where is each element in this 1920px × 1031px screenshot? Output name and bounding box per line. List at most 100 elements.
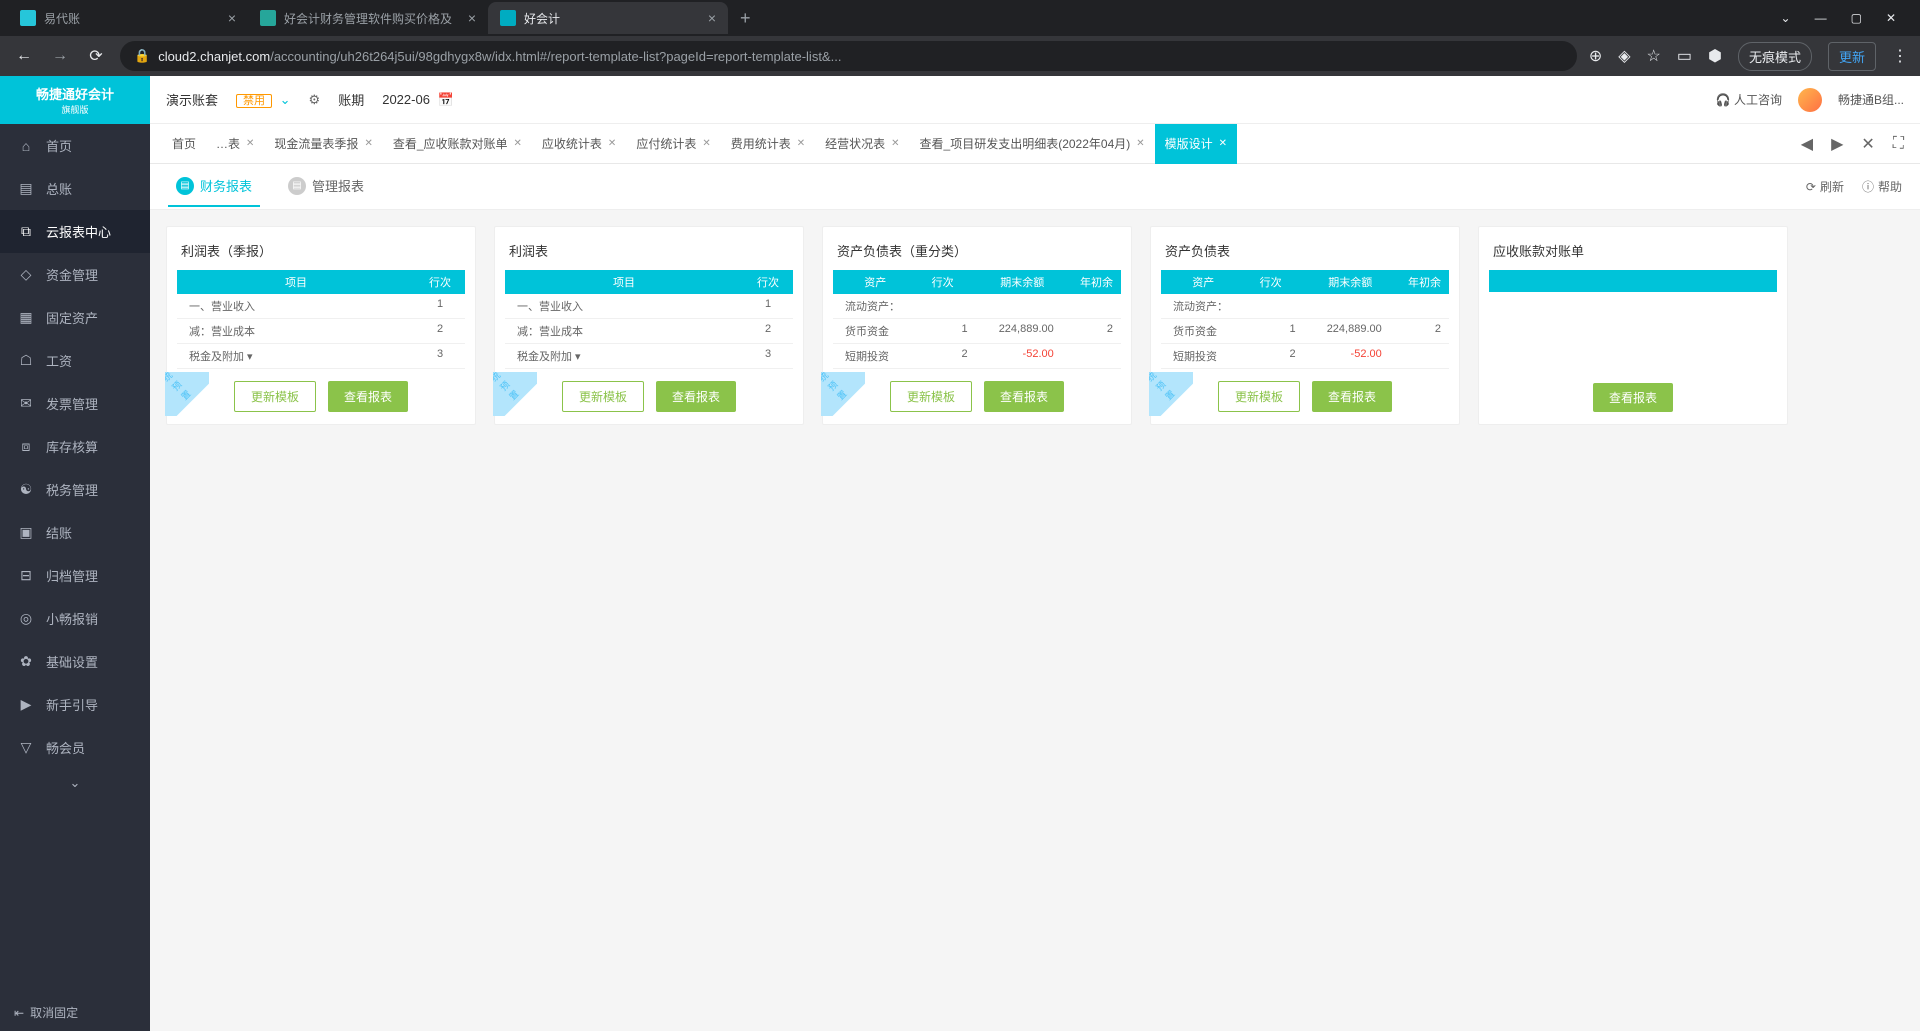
headset-icon: 🎧 <box>1716 93 1731 107</box>
url-path: /accounting/uh26t264j5ui/98gdhygx8w/idx.… <box>270 49 841 64</box>
close-icon[interactable]: ✕ <box>514 138 522 149</box>
period-picker[interactable]: 2022-06 📅 <box>382 92 454 108</box>
update-template-button[interactable]: 更新模板 <box>234 381 316 412</box>
close-icon[interactable]: ✕ <box>364 138 372 149</box>
username[interactable]: 畅捷通B组... <box>1838 91 1904 108</box>
close-icon[interactable]: ✕ <box>702 138 710 149</box>
report-card: 应收账款对账单查看报表 <box>1478 226 1788 425</box>
sidebar-item[interactable]: ▽ 畅会员 <box>0 726 150 769</box>
sidebar-item[interactable]: ▦ 固定资产 <box>0 296 150 339</box>
browser-tab[interactable]: 好会计财务管理软件购买价格及 × <box>248 2 488 34</box>
app-tab[interactable]: 查看_应收账款对账单✕ <box>383 124 532 164</box>
app-tab[interactable]: 应付统计表✕ <box>626 124 720 164</box>
close-icon[interactable]: ✕ <box>246 138 254 149</box>
sidebar-item[interactable]: ▤ 总账 <box>0 167 150 210</box>
app-tab[interactable]: 现金流量表季报✕ <box>264 124 382 164</box>
view-report-button[interactable]: 查看报表 <box>328 381 408 412</box>
reading-list-icon[interactable]: ▭ <box>1677 46 1692 66</box>
app-root: 畅捷通好会计 旗舰版 演示账套 禁用 ⌄ ⚙ 账期 2022-06 📅 🎧 人工… <box>0 76 1920 1031</box>
update-template-button[interactable]: 更新模板 <box>890 381 972 412</box>
sidebar-expand-toggle[interactable]: ⌄ <box>0 769 150 797</box>
gear-icon[interactable]: ⚙ <box>309 92 321 108</box>
help-button[interactable]: ⓘ 帮助 <box>1862 178 1902 195</box>
sidebar-item[interactable]: ⊟ 归档管理 <box>0 554 150 597</box>
sidebar-item[interactable]: ▣ 结账 <box>0 511 150 554</box>
tabs-prev-button[interactable]: ◀ <box>1797 130 1817 158</box>
url-input[interactable]: 🔒 cloud2.chanjet.com /accounting/uh26t26… <box>120 41 1577 71</box>
back-button[interactable]: ← <box>12 47 36 65</box>
sidebar-item[interactable]: ◎ 小畅报销 <box>0 597 150 640</box>
browser-tab[interactable]: 好会计 × <box>488 2 728 34</box>
close-icon[interactable]: ✕ <box>1136 138 1144 149</box>
card-title: 资产负债表 <box>1151 227 1459 270</box>
chevron-down-icon[interactable]: ⌄ <box>1781 11 1791 25</box>
forward-button[interactable]: → <box>48 47 72 65</box>
app-tab[interactable]: 查看_项目研发支出明细表(2022年04月)✕ <box>910 124 1155 164</box>
close-window-button[interactable]: ✕ <box>1886 11 1896 25</box>
sidebar-item-label: 结账 <box>46 523 72 542</box>
tabs-close-all-button[interactable]: ✕ <box>1857 130 1878 158</box>
sidebar-item[interactable]: ▶ 新手引导 <box>0 683 150 726</box>
app-tab[interactable]: 经营状况表✕ <box>815 124 909 164</box>
view-report-button[interactable]: 查看报表 <box>984 381 1064 412</box>
fullscreen-icon[interactable]: ⛶ <box>1889 131 1908 157</box>
refresh-button[interactable]: ⟳ 刷新 <box>1806 178 1844 195</box>
sidebar-icon: ▤ <box>18 180 34 197</box>
update-template-button[interactable]: 更新模板 <box>562 381 644 412</box>
avatar[interactable] <box>1798 88 1822 112</box>
menu-icon[interactable]: ⋮ <box>1892 46 1908 66</box>
view-report-button[interactable]: 查看报表 <box>1593 383 1673 412</box>
maximize-button[interactable]: ▢ <box>1851 11 1862 25</box>
disable-dropdown[interactable]: 禁用 ⌄ <box>236 92 291 108</box>
app-tab[interactable]: 费用统计表✕ <box>721 124 815 164</box>
close-icon[interactable]: × <box>228 10 236 26</box>
close-icon[interactable]: ✕ <box>891 138 899 149</box>
sub-tabs-row: ▤ 财务报表 ▤ 管理报表 ⟳ 刷新 ⓘ 帮助 <box>150 164 1920 210</box>
sidebar-item-label: 固定资产 <box>46 308 98 327</box>
incognito-icon[interactable]: ⬢ <box>1708 46 1722 66</box>
close-icon[interactable]: × <box>468 10 476 26</box>
table-row: 货币资金 1 224,889.00 2 <box>833 319 1121 344</box>
zoom-icon[interactable]: ⊕ <box>1589 46 1602 66</box>
app-tab[interactable]: 应收统计表✕ <box>532 124 626 164</box>
sidebar-item[interactable]: ✿ 基础设置 <box>0 640 150 683</box>
view-report-button[interactable]: 查看报表 <box>656 381 736 412</box>
view-report-button[interactable]: 查看报表 <box>1312 381 1392 412</box>
sidebar-item[interactable]: ⧈ 库存核算 <box>0 425 150 468</box>
app-tab[interactable]: …表✕ <box>206 124 264 164</box>
minimize-button[interactable]: — <box>1815 11 1827 25</box>
ledger-name[interactable]: 演示账套 <box>166 90 218 109</box>
app-tab[interactable]: 模版设计✕ <box>1155 124 1237 164</box>
new-tab-button[interactable]: + <box>728 8 763 29</box>
cards-grid: 利润表（季报） 项目 行次 一、营业收入 1 减：营业成本 2 税金及附加 ▾ … <box>166 226 1904 425</box>
browser-tab[interactable]: 易代账 × <box>8 2 248 34</box>
sidebar-icon: ▽ <box>18 739 34 756</box>
window-controls: ⌄ — ▢ ✕ <box>1781 11 1912 25</box>
unpin-button[interactable]: ⇤ 取消固定 <box>0 994 150 1031</box>
sidebar-item[interactable]: ☖ 工资 <box>0 339 150 382</box>
table-row: 减：营业成本 2 <box>505 319 793 344</box>
update-button[interactable]: 更新 <box>1828 42 1876 71</box>
close-icon[interactable]: ✕ <box>1219 138 1227 149</box>
sidebar-item[interactable]: ◇ 资金管理 <box>0 253 150 296</box>
close-icon[interactable]: ✕ <box>608 138 616 149</box>
extensions-icon[interactable]: ◈ <box>1618 46 1630 66</box>
star-icon[interactable]: ☆ <box>1647 46 1661 66</box>
update-template-button[interactable]: 更新模板 <box>1218 381 1300 412</box>
tabs-next-button[interactable]: ▶ <box>1827 130 1847 158</box>
sidebar-item-label: 归档管理 <box>46 566 98 585</box>
reload-button[interactable]: ⟳ <box>84 46 108 66</box>
sub-tab[interactable]: ▤ 管理报表 <box>280 166 372 207</box>
table-header <box>1489 270 1777 292</box>
sub-tab[interactable]: ▤ 财务报表 <box>168 166 260 207</box>
close-icon[interactable]: × <box>708 10 716 26</box>
support-link[interactable]: 🎧 人工咨询 <box>1716 91 1782 108</box>
sidebar-item[interactable]: ⌂ 首页 <box>0 124 150 167</box>
app-tab[interactable]: 首页 <box>162 124 206 164</box>
brand-logo[interactable]: 畅捷通好会计 旗舰版 <box>0 76 150 124</box>
sidebar-item[interactable]: ✉ 发票管理 <box>0 382 150 425</box>
sidebar-item[interactable]: ⧉ 云报表中心 <box>0 210 150 253</box>
sidebar-item[interactable]: ☯ 税务管理 <box>0 468 150 511</box>
url-host: cloud2.chanjet.com <box>158 49 270 64</box>
close-icon[interactable]: ✕ <box>797 138 805 149</box>
